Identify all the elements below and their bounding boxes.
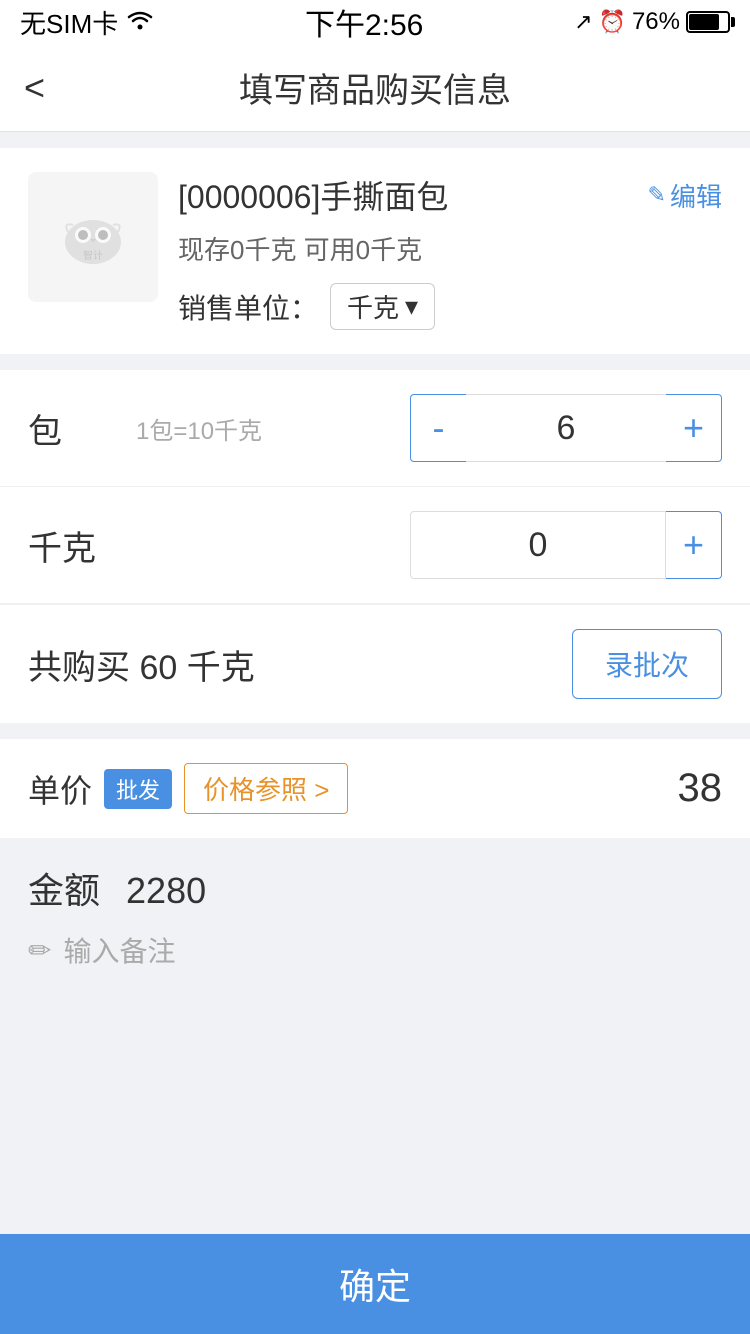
battery-icon	[686, 11, 730, 33]
page-title: 填写商品购买信息	[239, 63, 511, 112]
alarm-icon: ⏰	[599, 9, 626, 35]
qianke-quantity-control: +	[410, 511, 722, 579]
price-reference-button[interactable]: 价格参照 >	[184, 763, 348, 814]
total-section: 共购买 60 千克 录批次	[0, 604, 750, 723]
edit-button[interactable]: ✎ 编辑	[648, 177, 722, 214]
nav-bar: < 填写商品购买信息	[0, 44, 750, 132]
wifi-icon	[126, 7, 154, 38]
status-right: ↗ ⏰ 76%	[574, 8, 730, 36]
unit-selector[interactable]: 千克 ▾	[330, 283, 435, 330]
status-left: 无SIM卡	[20, 4, 154, 41]
battery-percent: 76%	[632, 8, 680, 36]
bao-sublabel: 1包=10千克	[136, 411, 410, 446]
price-tag: 批发	[104, 769, 172, 809]
amount-value: 2280	[126, 870, 206, 911]
bao-row: 包 1包=10千克 - +	[0, 370, 750, 487]
price-value: 38	[678, 766, 723, 811]
bao-input[interactable]	[466, 394, 666, 462]
note-placeholder: 输入备注	[63, 930, 175, 970]
unit-label: 销售单位：	[178, 287, 318, 327]
qianke-plus-button[interactable]: +	[666, 511, 722, 579]
owl-logo-icon: 智计	[53, 207, 133, 267]
qianke-row: 千克 +	[0, 487, 750, 604]
product-section: 智计 [0000006]手撕面包 ✎ 编辑 现存0千克 可用0千克 销售单位： …	[0, 148, 750, 354]
note-row[interactable]: ✏ 输入备注	[28, 930, 722, 970]
svg-text:智计: 智计	[83, 249, 103, 262]
product-name-row: [0000006]手撕面包 ✎ 编辑	[178, 172, 722, 218]
confirm-button-label: 确定	[339, 1258, 411, 1310]
product-unit-row: 销售单位： 千克 ▾	[178, 283, 722, 330]
amount-row: 金额 2280	[28, 862, 722, 914]
pencil-icon: ✏	[28, 934, 51, 967]
input-section: 包 1包=10千克 - + 千克 + 共购买 60 千克 录批次	[0, 370, 750, 723]
confirm-button[interactable]: 确定	[0, 1234, 750, 1334]
amount-section: 金额 2280 ✏ 输入备注	[0, 838, 750, 994]
total-text: 共购买 60 千克	[28, 640, 255, 689]
qianke-input[interactable]	[410, 511, 666, 579]
back-button[interactable]: <	[24, 67, 45, 109]
bao-plus-button[interactable]: +	[666, 394, 722, 462]
price-section: 单价 批发 价格参照 > 38	[0, 739, 750, 838]
product-info: [0000006]手撕面包 ✎ 编辑 现存0千克 可用0千克 销售单位： 千克 …	[178, 172, 722, 330]
product-image: 智计	[28, 172, 158, 302]
status-time: 下午2:56	[305, 0, 423, 44]
product-name: [0000006]手撕面包	[178, 172, 448, 218]
record-batch-button[interactable]: 录批次	[572, 629, 722, 699]
status-bar: 无SIM卡 下午2:56 ↗ ⏰ 76%	[0, 0, 750, 44]
bao-label: 包	[28, 404, 128, 453]
dropdown-icon: ▾	[405, 291, 418, 322]
price-label-row: 单价 批发 价格参照 >	[28, 763, 348, 814]
carrier-text: 无SIM卡	[20, 4, 118, 41]
product-stock: 现存0千克 可用0千克	[178, 230, 722, 267]
price-label: 单价	[28, 766, 92, 812]
bao-minus-button[interactable]: -	[410, 394, 466, 462]
bao-quantity-control: - +	[410, 394, 722, 462]
qianke-label: 千克	[28, 521, 128, 570]
amount-label: 金额	[28, 870, 100, 911]
location-icon: ↗	[574, 9, 592, 35]
